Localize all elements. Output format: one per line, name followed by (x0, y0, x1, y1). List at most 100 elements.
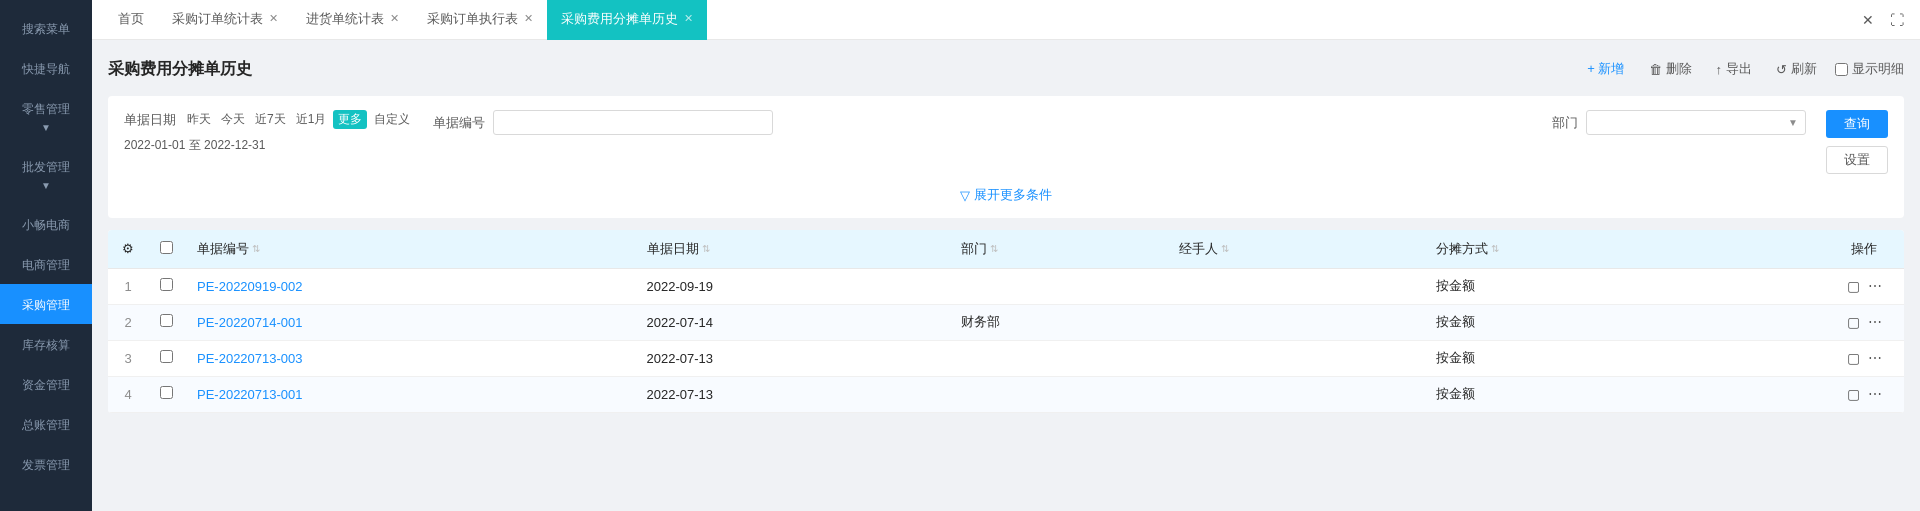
shortcut-1month[interactable]: 近1月 (293, 110, 330, 129)
cell-dept: 财务部 (949, 304, 1168, 340)
filter-panel: 单据日期 昨天 今天 近7天 近1月 更多 自定义 2022-01-01 至 2… (108, 96, 1904, 218)
docno-input[interactable] (493, 110, 773, 135)
cell-check (148, 268, 185, 304)
sidebar-item-wholesale[interactable]: 批发管理 ▼ (0, 146, 92, 204)
show-cols-checkbox[interactable]: 显示明细 (1835, 60, 1904, 78)
shortcut-7days[interactable]: 近7天 (252, 110, 289, 129)
tab-purchase-order-stat[interactable]: 采购订单统计表 ✕ (158, 0, 292, 40)
select-all-checkbox[interactable] (160, 241, 173, 254)
th-check (148, 230, 185, 268)
shortcut-custom[interactable]: 自定义 (371, 110, 413, 129)
cell-doc-date: 2022-07-13 (635, 376, 949, 412)
sidebar-item-ledger[interactable]: 总账管理 (0, 404, 92, 444)
setting-button[interactable]: 设置 (1826, 146, 1888, 174)
tab-bar-right: ✕ ⛶ (1858, 10, 1908, 30)
shortcut-more[interactable]: 更多 (333, 110, 367, 129)
shortcut-yesterday[interactable]: 昨天 (184, 110, 214, 129)
more-ops-icon[interactable]: ⋯ (1868, 350, 1882, 366)
dept-select[interactable] (1586, 110, 1806, 135)
edit-icon[interactable]: ▢ (1847, 314, 1860, 330)
sort-handler-icon[interactable]: ⇅ (1221, 243, 1229, 254)
cell-alloc-method: 按金额 (1424, 268, 1824, 304)
tab-close-purchase-order-exec[interactable]: ✕ (524, 12, 533, 25)
filter-date-field: 单据日期 昨天 今天 近7天 近1月 更多 自定义 2022-01-01 至 2… (124, 110, 413, 154)
sidebar-item-ecom[interactable]: 电商管理 (0, 244, 92, 284)
main-content: 首页 采购订单统计表 ✕ 进货单统计表 ✕ 采购订单执行表 ✕ 采购费用分摊单历… (92, 0, 1920, 511)
tab-close-inbound-stat[interactable]: ✕ (390, 12, 399, 25)
sort-alloc-icon[interactable]: ⇅ (1491, 243, 1499, 254)
doc-no-link[interactable]: PE-20220714-001 (197, 315, 303, 330)
expand-more-button[interactable]: ▽ 展开更多条件 (960, 186, 1052, 204)
tab-close-purchase-cost-history[interactable]: ✕ (684, 12, 693, 25)
doc-no-link[interactable]: PE-20220919-002 (197, 279, 303, 294)
cell-doc-date: 2022-09-19 (635, 268, 949, 304)
more-ops-icon[interactable]: ⋯ (1868, 278, 1882, 294)
doc-no-link[interactable]: PE-20220713-003 (197, 351, 303, 366)
sidebar-item-capital[interactable]: 资金管理 (0, 364, 92, 404)
cell-dept (949, 340, 1168, 376)
show-cols-input[interactable] (1835, 63, 1848, 76)
gear-icon[interactable]: ⚙ (122, 241, 134, 256)
doc-no-link[interactable]: PE-20220713-001 (197, 387, 303, 402)
filter-row-1: 单据日期 昨天 今天 近7天 近1月 更多 自定义 2022-01-01 至 2… (124, 110, 1888, 174)
cell-num: 3 (108, 340, 148, 376)
data-table: ⚙ 单据编号 ⇅ 单据日期 (108, 230, 1904, 413)
sidebar-item-invoice[interactable]: 发票管理 (0, 444, 92, 484)
sidebar-item-search[interactable]: 搜索菜单 (0, 8, 92, 48)
dept-label: 部门 (1552, 114, 1578, 132)
table-header-row: ⚙ 单据编号 ⇅ 单据日期 (108, 230, 1904, 268)
page-title: 采购费用分摊单历史 (108, 59, 252, 80)
tab-purchase-order-exec[interactable]: 采购订单执行表 ✕ (413, 0, 547, 40)
tab-inbound-stat[interactable]: 进货单统计表 ✕ (292, 0, 413, 40)
dept-select-wrap: ▼ (1586, 110, 1806, 135)
cell-handler (1167, 376, 1424, 412)
edit-icon[interactable]: ▢ (1847, 278, 1860, 294)
row-checkbox[interactable] (160, 314, 173, 327)
table-row: 2 PE-20220714-001 2022-07-14 财务部 按金额 ▢ ⋯ (108, 304, 1904, 340)
edit-icon[interactable]: ▢ (1847, 386, 1860, 402)
row-checkbox[interactable] (160, 278, 173, 291)
sort-doc-date-icon[interactable]: ⇅ (702, 243, 710, 254)
shortcut-today[interactable]: 今天 (218, 110, 248, 129)
edit-icon[interactable]: ▢ (1847, 350, 1860, 366)
tab-home[interactable]: 首页 (104, 0, 158, 40)
delete-button[interactable]: 🗑 删除 (1643, 56, 1698, 82)
cell-ops: ▢ ⋯ (1824, 304, 1904, 340)
sort-doc-no-icon[interactable]: ⇅ (252, 243, 260, 254)
date-shortcuts: 昨天 今天 近7天 近1月 更多 自定义 (184, 110, 413, 129)
cell-check (148, 340, 185, 376)
more-ops-icon[interactable]: ⋯ (1868, 386, 1882, 402)
sidebar-item-retail[interactable]: 零售管理 ▼ (0, 88, 92, 146)
sidebar-item-micro[interactable]: 小畅电商 (0, 204, 92, 244)
refresh-button[interactable]: ↺ 刷新 (1770, 56, 1823, 82)
delete-icon: 🗑 (1649, 62, 1662, 77)
page-header: 采购费用分摊单历史 + 新增 🗑 删除 ↑ 导出 ↺ 刷新 显示明细 (108, 56, 1904, 82)
cell-ops: ▢ ⋯ (1824, 340, 1904, 376)
cell-handler (1167, 268, 1424, 304)
filter-docno-field: 单据编号 (433, 110, 1532, 135)
row-checkbox[interactable] (160, 350, 173, 363)
expand-icon: ▽ (960, 188, 970, 203)
sidebar-item-inventory[interactable]: 库存核算 (0, 324, 92, 364)
tab-close-all-icon[interactable]: ✕ (1858, 10, 1878, 30)
export-icon: ↑ (1716, 62, 1723, 77)
th-doc-date: 单据日期 ⇅ (635, 230, 949, 268)
page-body: 采购费用分摊单历史 + 新增 🗑 删除 ↑ 导出 ↺ 刷新 显示明细 (92, 40, 1920, 511)
sort-dept-icon[interactable]: ⇅ (990, 243, 998, 254)
cell-dept (949, 376, 1168, 412)
tab-purchase-cost-history[interactable]: 采购费用分摊单历史 ✕ (547, 0, 707, 40)
row-checkbox[interactable] (160, 386, 173, 399)
tab-close-purchase-order-stat[interactable]: ✕ (269, 12, 278, 25)
th-alloc-method: 分摊方式 ⇅ (1424, 230, 1824, 268)
tab-expand-icon[interactable]: ⛶ (1886, 10, 1908, 30)
cell-num: 2 (108, 304, 148, 340)
cell-doc-no: PE-20220713-001 (185, 376, 635, 412)
export-button[interactable]: ↑ 导出 (1710, 56, 1759, 82)
query-button[interactable]: 查询 (1826, 110, 1888, 138)
sidebar-item-quick[interactable]: 快捷导航 (0, 48, 92, 88)
cell-dept (949, 268, 1168, 304)
new-button[interactable]: + 新增 (1581, 56, 1630, 82)
table-row: 3 PE-20220713-003 2022-07-13 按金额 ▢ ⋯ (108, 340, 1904, 376)
more-ops-icon[interactable]: ⋯ (1868, 314, 1882, 330)
sidebar-item-purchase[interactable]: 采购管理 (0, 284, 92, 324)
